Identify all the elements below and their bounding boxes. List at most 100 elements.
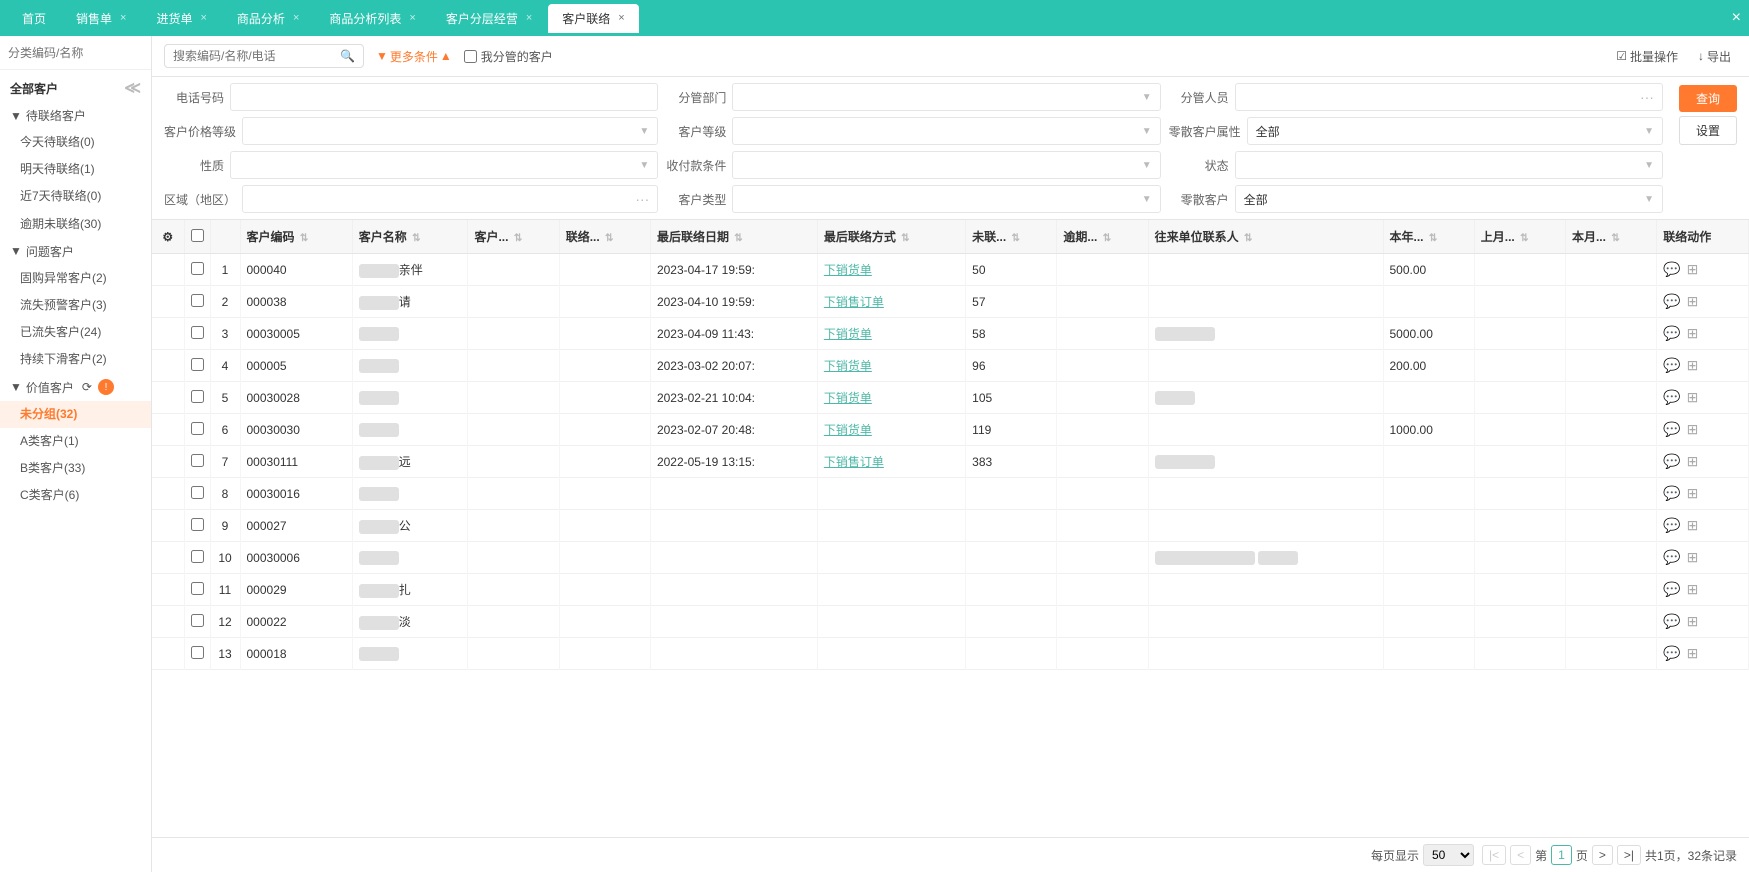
overdue-column-header[interactable]: 逾期... ⇅	[1057, 220, 1148, 254]
row-checkbox[interactable]	[191, 518, 204, 531]
chat-icon[interactable]: 💬	[1663, 421, 1680, 438]
row-last-contact-method[interactable]	[817, 478, 965, 510]
type-column-header[interactable]: 客户... ⇅	[468, 220, 559, 254]
tab-product-analysis-close[interactable]: ×	[293, 12, 299, 24]
reset-button[interactable]: 设置	[1679, 116, 1737, 145]
row-last-contact-method[interactable]: 下销货单	[817, 254, 965, 286]
row-last-contact-method[interactable]	[817, 542, 965, 574]
last-month-column-header[interactable]: 上月... ⇅	[1474, 220, 1565, 254]
sidebar-item-group-b[interactable]: B类客户(33)	[0, 455, 151, 482]
contact-method-link[interactable]: 下销货单	[824, 423, 872, 437]
contact-method-link[interactable]: 下销售订单	[824, 295, 884, 309]
row-checkbox[interactable]	[191, 262, 204, 275]
sidebar-item-group-c[interactable]: C类客户(6)	[0, 482, 151, 509]
sidebar-item-7days[interactable]: 近7天待联络(0)	[0, 183, 151, 210]
sidebar-group-value[interactable]: ▼ 价值客户 ⟳ !	[0, 374, 151, 401]
customer-type-select[interactable]: ▼	[732, 185, 1160, 213]
gear-column-header[interactable]: ⚙	[152, 220, 184, 254]
tab-sales[interactable]: 销售单 ×	[62, 4, 140, 33]
row-last-contact-method[interactable]: 下销货单	[817, 382, 965, 414]
batch-operation-btn[interactable]: ☑ 批量操作	[1610, 45, 1684, 68]
customer-level-select[interactable]: ▼	[732, 117, 1160, 145]
region-select[interactable]: ···	[242, 185, 658, 213]
grid-icon[interactable]: ⊞	[1687, 549, 1699, 566]
tab-product-analysis[interactable]: 商品分析 ×	[223, 4, 313, 33]
contact-method-link[interactable]: 下销售订单	[824, 455, 884, 469]
row-last-contact-method[interactable]: 下销货单	[817, 350, 965, 382]
chat-icon[interactable]: 💬	[1663, 645, 1680, 662]
grid-icon[interactable]: ⊞	[1687, 453, 1699, 470]
chat-icon[interactable]: 💬	[1663, 549, 1680, 566]
row-last-contact-method[interactable]: 下销售订单	[817, 286, 965, 318]
row-checkbox[interactable]	[191, 614, 204, 627]
tab-purchase-close[interactable]: ×	[200, 12, 206, 24]
manager-select[interactable]: ···	[1235, 83, 1663, 111]
tab-purchase[interactable]: 进货单 ×	[142, 4, 220, 33]
sidebar-item-declining[interactable]: 持续下滑客户(2)	[0, 346, 151, 373]
row-checkbox[interactable]	[191, 550, 204, 563]
sidebar-item-lost[interactable]: 已流失客户(24)	[0, 319, 151, 346]
chat-icon[interactable]: 💬	[1663, 325, 1680, 342]
last-page-btn[interactable]: >|	[1617, 845, 1641, 865]
grid-icon[interactable]: ⊞	[1687, 421, 1699, 438]
chat-icon[interactable]: 💬	[1663, 389, 1680, 406]
row-checkbox[interactable]	[191, 358, 204, 371]
this-year-column-header[interactable]: 本年... ⇅	[1383, 220, 1474, 254]
tab-product-analysis-list-close[interactable]: ×	[409, 12, 415, 24]
code-column-header[interactable]: 客户编码 ⇅	[240, 220, 352, 254]
dept-select[interactable]: ▼	[732, 83, 1160, 111]
sidebar-item-overdue[interactable]: 逾期未联络(30)	[0, 211, 151, 238]
tab-product-analysis-list[interactable]: 商品分析列表 ×	[315, 4, 429, 33]
price-level-select[interactable]: ▼	[242, 117, 658, 145]
all-customers-header[interactable]: 全部客户 ≪	[0, 70, 151, 102]
per-page-dropdown[interactable]: 50 100	[1423, 844, 1474, 866]
my-customers-checkbox[interactable]: 我分管的客户	[464, 48, 553, 65]
chat-icon[interactable]: 💬	[1663, 485, 1680, 502]
row-last-contact-method[interactable]: 下销售订单	[817, 446, 965, 478]
refresh-icon[interactable]: ⟳	[82, 380, 92, 394]
grid-icon[interactable]: ⊞	[1687, 357, 1699, 374]
grid-icon[interactable]: ⊞	[1687, 261, 1699, 278]
sidebar-item-churn-risk[interactable]: 流失预警客户(3)	[0, 292, 151, 319]
tab-customer-segment[interactable]: 客户分层经营 ×	[432, 4, 546, 33]
this-month-column-header[interactable]: 本月... ⇅	[1565, 220, 1656, 254]
contact-method-link[interactable]: 下销货单	[824, 391, 872, 405]
query-button[interactable]: 查询	[1679, 85, 1737, 112]
sidebar-item-unclassified[interactable]: 未分组(32)	[0, 401, 151, 428]
row-checkbox[interactable]	[191, 294, 204, 307]
chat-icon[interactable]: 💬	[1663, 293, 1680, 310]
select-all-checkbox[interactable]	[191, 229, 204, 242]
row-checkbox[interactable]	[191, 326, 204, 339]
row-last-contact-method[interactable]: 下销货单	[817, 414, 965, 446]
row-checkbox[interactable]	[191, 390, 204, 403]
tab-customer-contact-close[interactable]: ×	[618, 12, 624, 24]
not-contacted-column-header[interactable]: 未联... ⇅	[966, 220, 1057, 254]
tab-customer-segment-close[interactable]: ×	[526, 12, 532, 24]
tab-sales-close[interactable]: ×	[120, 12, 126, 24]
export-btn[interactable]: ↓ 导出	[1692, 45, 1737, 68]
counterpart-column-header[interactable]: 往来单位联系人 ⇅	[1148, 220, 1383, 254]
search-input[interactable]	[173, 49, 336, 63]
sidebar-item-today[interactable]: 今天待联络(0)	[0, 129, 151, 156]
chat-icon[interactable]: 💬	[1663, 261, 1680, 278]
row-last-contact-method[interactable]	[817, 606, 965, 638]
next-page-btn[interactable]: >	[1592, 845, 1613, 865]
row-last-contact-method[interactable]	[817, 638, 965, 670]
sidebar-search-input[interactable]	[8, 46, 152, 60]
last-contact-date-column-header[interactable]: 最后联络日期 ⇅	[650, 220, 817, 254]
sidebar-item-group-a[interactable]: A类客户(1)	[0, 428, 151, 455]
grid-icon[interactable]: ⊞	[1687, 325, 1699, 342]
chat-icon[interactable]: 💬	[1663, 517, 1680, 534]
tab-customer-contact[interactable]: 客户联络 ×	[548, 4, 638, 33]
chat-icon[interactable]: 💬	[1663, 613, 1680, 630]
status-select[interactable]: ▼	[1235, 151, 1663, 179]
chat-icon[interactable]: 💬	[1663, 453, 1680, 470]
close-all-tabs[interactable]: ×	[1732, 9, 1741, 27]
contact-column-header[interactable]: 联络... ⇅	[559, 220, 650, 254]
retail-attr-select[interactable]: 全部 ▼	[1247, 117, 1663, 145]
row-last-contact-method[interactable]: 下销货单	[817, 318, 965, 350]
nature-select[interactable]: ▼	[230, 151, 658, 179]
grid-icon[interactable]: ⊞	[1687, 645, 1699, 662]
contact-method-link[interactable]: 下销货单	[824, 327, 872, 341]
search-icon[interactable]: 🔍	[340, 49, 355, 63]
